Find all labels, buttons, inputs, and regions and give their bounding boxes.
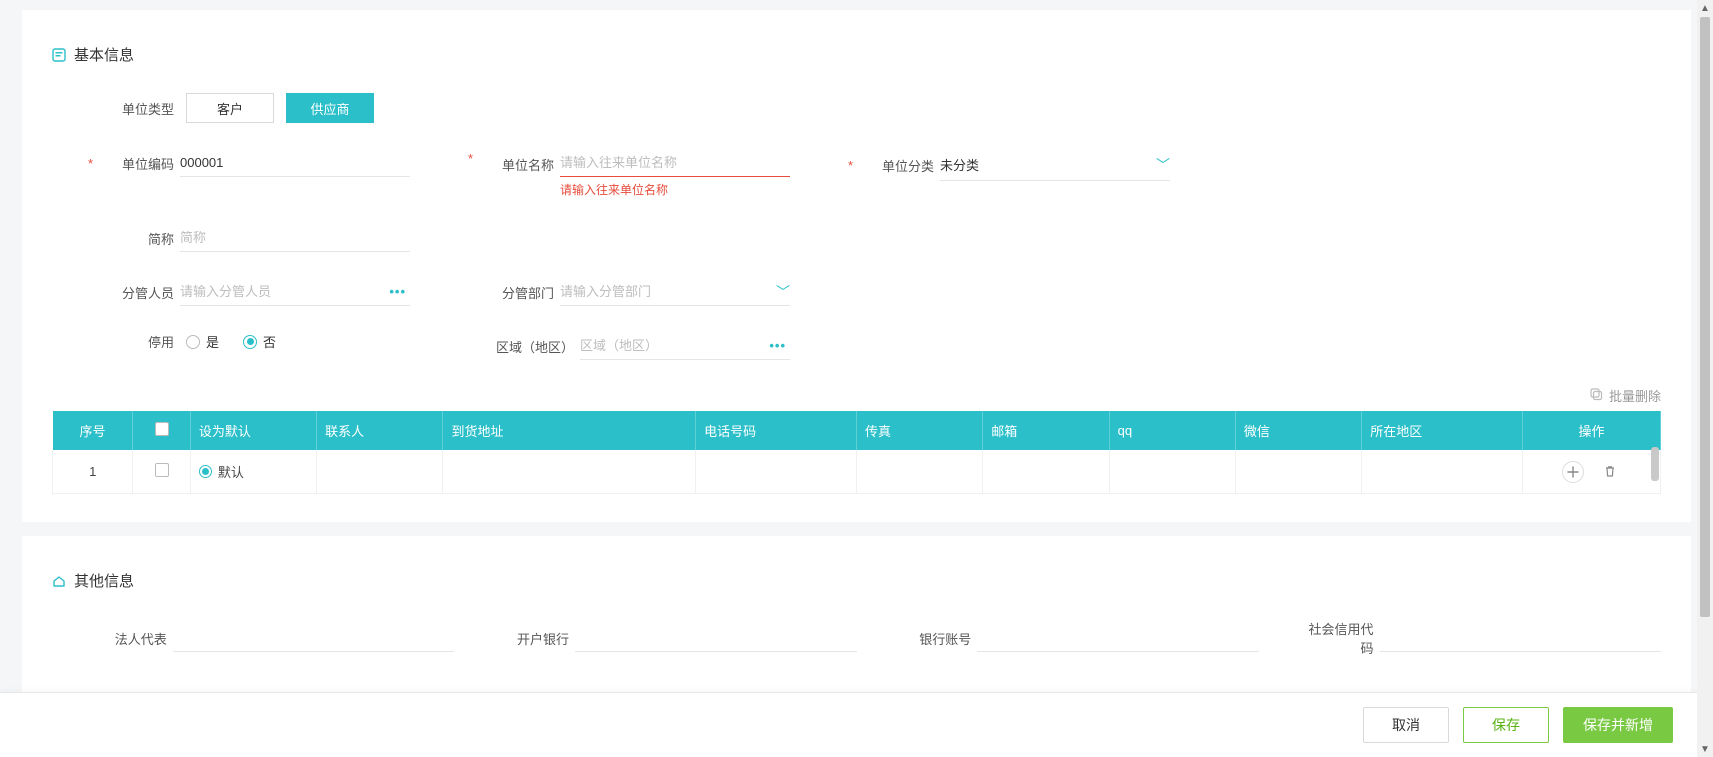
department-select[interactable]: ﹀	[560, 278, 790, 306]
cell-area[interactable]	[1362, 450, 1523, 494]
cell-index: 1	[53, 450, 133, 494]
bank-account-input[interactable]	[977, 624, 1259, 652]
cell-qq[interactable]	[1109, 450, 1235, 494]
unit-code-input[interactable]	[180, 149, 410, 177]
label-region: 区域（地区）	[480, 337, 580, 356]
table-header-row: 序号 设为默认 联系人 到货地址 电话号码 传真 邮箱 qq 微信 所在地区 操…	[53, 411, 1661, 450]
cell-wechat[interactable]	[1235, 450, 1361, 494]
label-unit-code: 单位编码	[100, 154, 180, 173]
label-manager: 分管人员	[100, 283, 180, 302]
save-and-new-button[interactable]: 保存并新增	[1563, 707, 1673, 743]
batch-delete-button[interactable]: 批量删除	[52, 386, 1661, 405]
footer-actions: 取消 保存 保存并新增	[0, 692, 1697, 757]
page-scrollbar[interactable]: ▲ ▼	[1697, 0, 1713, 757]
label-bank-name: 开户银行	[502, 629, 575, 648]
contacts-table: 序号 设为默认 联系人 到货地址 电话号码 传真 邮箱 qq 微信 所在地区 操…	[52, 411, 1661, 494]
form-icon	[52, 48, 66, 62]
cell-contact[interactable]	[317, 450, 443, 494]
scroll-up-icon[interactable]: ▲	[1697, 0, 1713, 16]
other-info-card: 其他信息 法人代表 开户银行 银行账号 社会信用代码	[22, 536, 1691, 705]
col-default: 设为默认	[190, 411, 316, 450]
home-icon	[52, 574, 66, 588]
label-unit-name: 单位名称	[480, 149, 560, 174]
cell-email[interactable]	[983, 450, 1109, 494]
col-check	[133, 411, 190, 450]
department-input[interactable]	[560, 278, 772, 305]
add-row-button[interactable]	[1562, 461, 1584, 483]
unit-name-error: 请输入往来单位名称	[560, 181, 790, 198]
more-icon[interactable]: •••	[385, 284, 410, 299]
disabled-yes-radio[interactable]: 是	[186, 332, 219, 351]
label-short-name: 简称	[100, 229, 180, 248]
col-qq: qq	[1109, 411, 1235, 450]
row-default-radio[interactable]: 默认	[199, 462, 244, 481]
copy-icon	[1589, 387, 1603, 404]
region-input[interactable]	[580, 332, 765, 359]
region-select[interactable]: •••	[580, 332, 790, 360]
credit-code-input[interactable]	[1380, 624, 1662, 652]
col-wechat: 微信	[1235, 411, 1361, 450]
table-row: 1 默认	[53, 450, 1661, 494]
disabled-no-radio[interactable]: 否	[243, 332, 276, 351]
label-bank-account: 银行账号	[905, 629, 978, 648]
col-index: 序号	[53, 411, 133, 450]
section-basic-title: 基本信息	[74, 44, 134, 65]
label-department: 分管部门	[480, 283, 560, 302]
chevron-down-icon: ﹀	[776, 282, 790, 302]
scroll-down-icon[interactable]: ▼	[1697, 741, 1713, 757]
scroll-thumb[interactable]	[1700, 17, 1710, 617]
col-actions: 操作	[1523, 411, 1661, 450]
table-scrollbar[interactable]	[1651, 447, 1659, 481]
more-icon[interactable]: •••	[765, 338, 790, 353]
unit-category-select[interactable]: 未分类 ﹀	[940, 149, 1170, 181]
label-disabled: 停用	[100, 332, 180, 351]
save-button[interactable]: 保存	[1463, 707, 1549, 743]
row-checkbox[interactable]	[155, 463, 169, 477]
cell-fax[interactable]	[856, 450, 982, 494]
chevron-down-icon: ﹀	[1156, 155, 1170, 175]
col-contact: 联系人	[317, 411, 443, 450]
delete-row-button[interactable]	[1599, 460, 1621, 482]
label-credit-code: 社会信用代码	[1307, 619, 1380, 657]
basic-info-card: 基本信息 单位类型 客户 供应商	[22, 10, 1691, 522]
bank-name-input[interactable]	[575, 624, 857, 652]
col-area: 所在地区	[1362, 411, 1523, 450]
col-fax: 传真	[856, 411, 982, 450]
label-unit-type: 单位类型	[100, 99, 180, 118]
unit-name-input[interactable]	[560, 149, 790, 177]
section-other-title: 其他信息	[74, 570, 134, 591]
legal-rep-input[interactable]	[173, 624, 455, 652]
col-phone: 电话号码	[696, 411, 857, 450]
cell-address[interactable]	[443, 450, 696, 494]
manager-input[interactable]	[180, 278, 385, 305]
header-checkbox[interactable]	[155, 422, 169, 436]
manager-select[interactable]: •••	[180, 278, 410, 306]
section-other-header: 其他信息	[52, 570, 1661, 591]
cancel-button[interactable]: 取消	[1363, 707, 1449, 743]
unit-type-supplier[interactable]: 供应商	[286, 93, 374, 123]
unit-type-customer[interactable]: 客户	[186, 93, 274, 123]
label-unit-category: 单位分类	[860, 156, 940, 175]
col-email: 邮箱	[983, 411, 1109, 450]
label-legal-rep: 法人代表	[100, 629, 173, 648]
short-name-input[interactable]	[180, 224, 410, 252]
section-basic-header: 基本信息	[52, 44, 1661, 65]
col-address: 到货地址	[443, 411, 696, 450]
cell-phone[interactable]	[696, 450, 857, 494]
